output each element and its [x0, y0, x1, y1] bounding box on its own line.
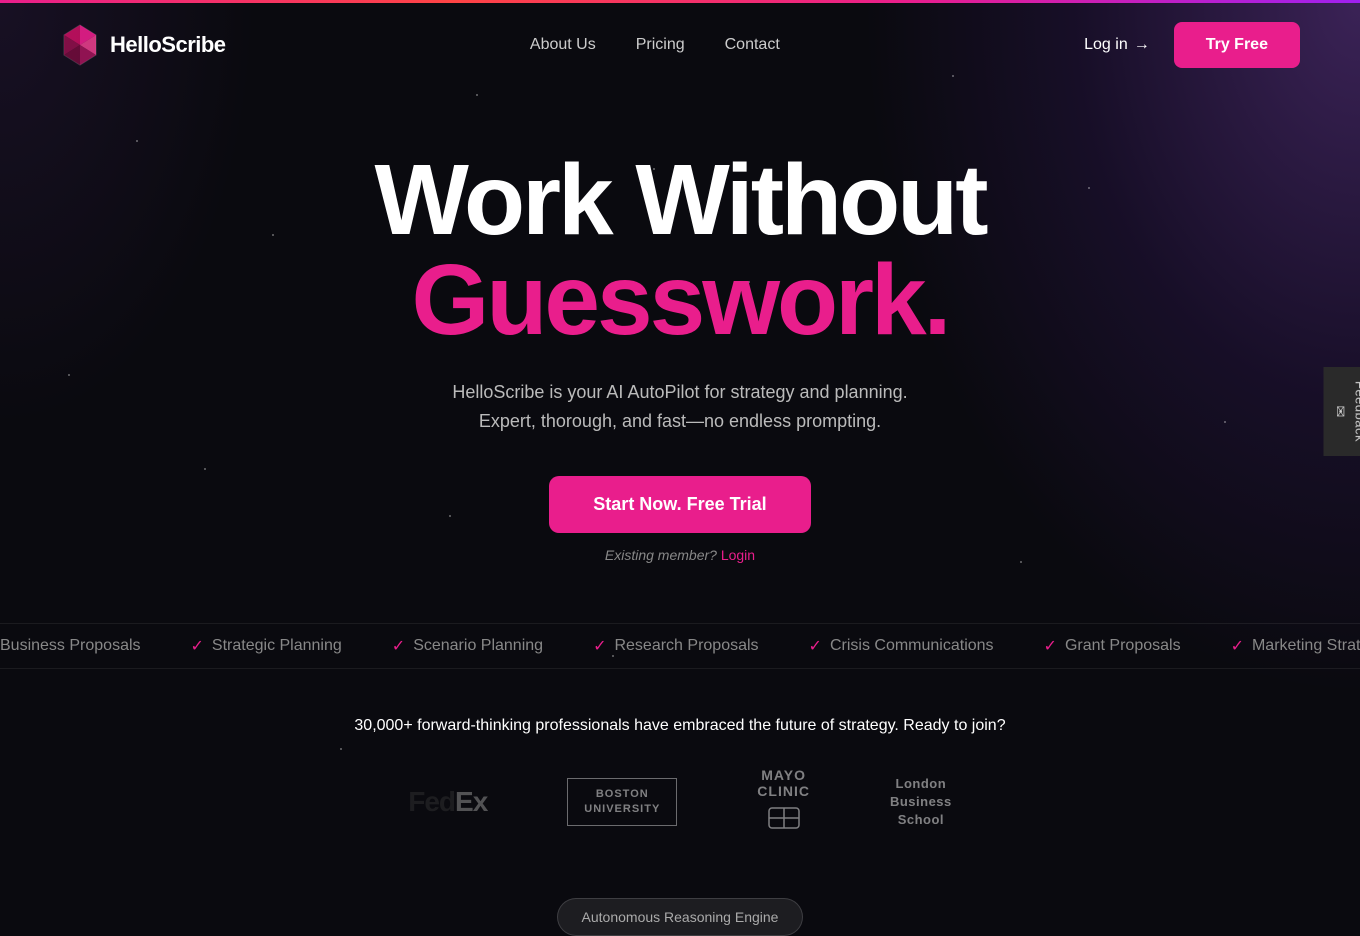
social-proof: 30,000+ forward-thinking professionals h… [0, 717, 1360, 735]
login-button[interactable]: Log in → [1084, 36, 1150, 54]
hero-section: Work Without Guesswork. HelloScribe is y… [0, 90, 1360, 563]
tag-item: ✓Marketing Strategy [1231, 636, 1360, 656]
navigation: HelloScribe About Us Pricing Contact Log… [0, 0, 1360, 90]
logo-text: HelloScribe [110, 32, 226, 58]
bottom-badge-container: Autonomous Reasoning Engine [0, 898, 1360, 936]
tag-item: ✓Crisis Communications [809, 636, 994, 656]
start-trial-button[interactable]: Start Now. Free Trial [549, 476, 810, 533]
tag-item: ✓Research Proposals [593, 636, 758, 656]
tag-item: ✓Strategic Planning [191, 636, 342, 656]
logos-row: FedEx BOSTONUNIVERSITY MAYOCLINIC London… [0, 767, 1360, 838]
autonomous-badge: Autonomous Reasoning Engine [557, 898, 804, 936]
mayo-clinic-logo: MAYOCLINIC [757, 767, 810, 838]
boston-university-logo: BOSTONUNIVERSITY [567, 778, 677, 827]
hero-subtitle: HelloScribe is your AI AutoPilot for str… [20, 378, 1340, 436]
hero-title-line1: Work Without [20, 150, 1340, 250]
nav-actions: Log in → Try Free [1084, 22, 1300, 68]
logo[interactable]: HelloScribe [60, 23, 226, 67]
nav-pricing[interactable]: Pricing [636, 36, 685, 54]
logo-icon [60, 23, 100, 67]
login-link[interactable]: Login [721, 547, 755, 563]
existing-member-text: Existing member? Login [20, 547, 1340, 563]
try-free-button[interactable]: Try Free [1174, 22, 1300, 68]
feedback-mail-icon: ✉ [1331, 405, 1348, 417]
feedback-label: Feedback [1352, 380, 1360, 441]
tag-item: ✓Scenario Planning [392, 636, 543, 656]
hero-title-line2: Guesswork. [20, 250, 1340, 350]
nav-links: About Us Pricing Contact [530, 36, 780, 54]
tag-item: Business Proposals [0, 637, 141, 655]
feedback-tab[interactable]: Feedback ✉ [1323, 366, 1360, 455]
nav-contact[interactable]: Contact [725, 36, 780, 54]
lbs-logo: LondonBusinessSchool [890, 775, 952, 830]
tags-row: Business Proposals ✓Strategic Planning ✓Sc… [0, 623, 1360, 669]
nav-about[interactable]: About Us [530, 36, 596, 54]
fedex-logo: FedEx [408, 786, 487, 818]
tag-item: ✓Grant Proposals [1044, 636, 1181, 656]
social-proof-text: 30,000+ forward-thinking professionals h… [0, 717, 1360, 735]
tags-track: Business Proposals ✓Strategic Planning ✓Sc… [0, 636, 1360, 656]
